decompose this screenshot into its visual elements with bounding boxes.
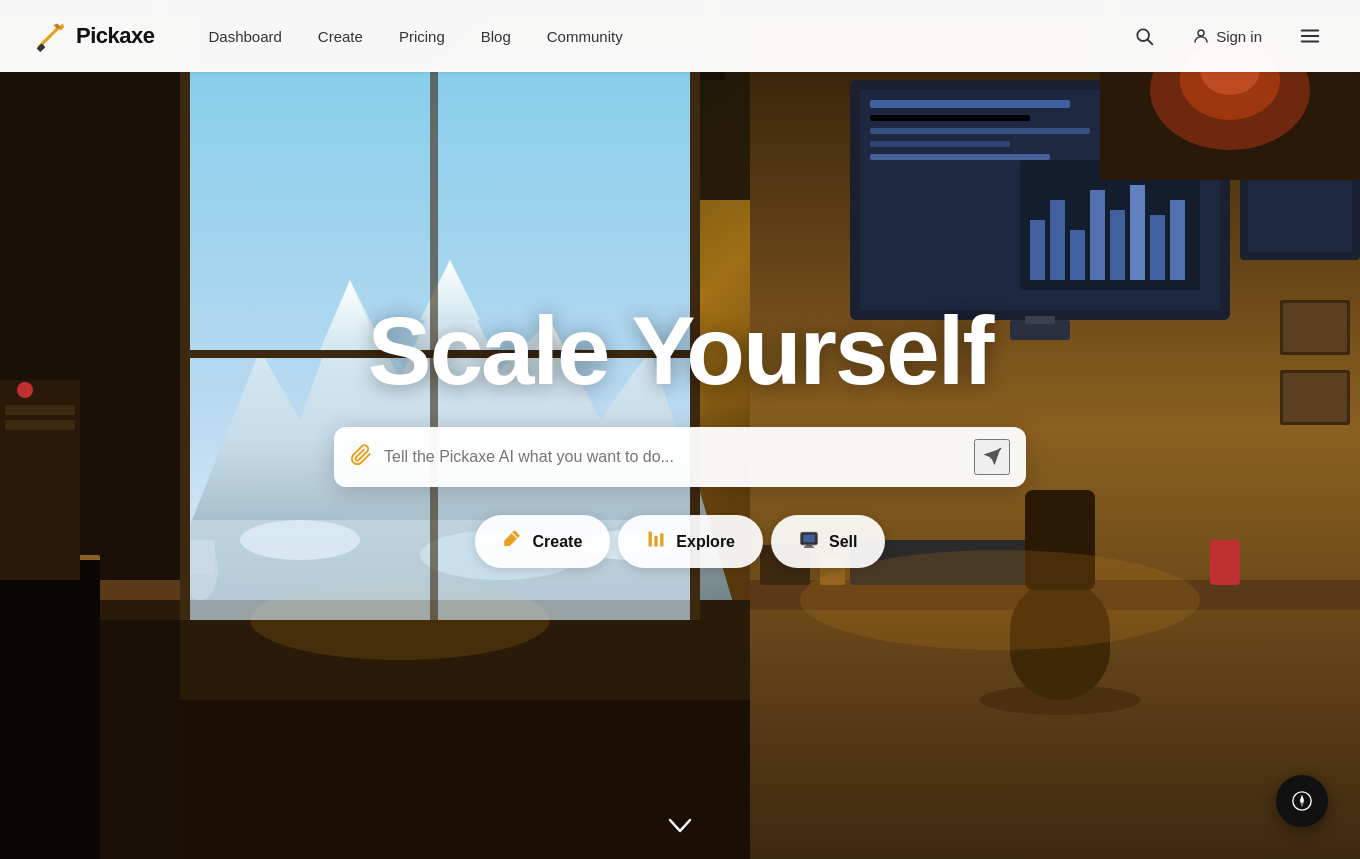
explore-button[interactable]: Explore xyxy=(618,515,763,568)
svg-point-99 xyxy=(1300,799,1304,803)
user-icon xyxy=(1192,27,1210,45)
fab-button[interactable] xyxy=(1276,775,1328,827)
attach-icon xyxy=(350,444,372,471)
search-submit-button[interactable] xyxy=(974,439,1010,475)
nav-community[interactable]: Community xyxy=(533,20,637,53)
svg-point-82 xyxy=(1198,30,1204,36)
svg-rect-79 xyxy=(37,43,46,52)
pickaxe-logo-icon xyxy=(32,18,68,54)
scroll-down-indicator[interactable] xyxy=(668,816,692,839)
sell-icon xyxy=(799,529,819,554)
hero-content: Scale Yourself Create xyxy=(0,72,1360,859)
svg-rect-95 xyxy=(804,547,814,548)
svg-marker-87 xyxy=(984,449,1001,466)
nav-dashboard[interactable]: Dashboard xyxy=(194,20,295,53)
navbar: Pickaxe Dashboard Create Pricing Blog Co… xyxy=(0,0,1360,72)
svg-rect-90 xyxy=(655,536,658,547)
nav-blog[interactable]: Blog xyxy=(467,20,525,53)
svg-rect-89 xyxy=(649,532,652,547)
hero-title: Scale Yourself xyxy=(368,303,993,399)
nav-right: Sign in xyxy=(1126,18,1328,54)
send-icon xyxy=(982,447,1002,467)
explore-label: Explore xyxy=(676,533,735,551)
search-bar xyxy=(334,427,1026,487)
nav-create[interactable]: Create xyxy=(304,20,377,53)
action-buttons: Create Explore Sell xyxy=(475,515,886,568)
search-button[interactable] xyxy=(1126,18,1162,54)
explore-icon xyxy=(646,529,666,554)
sell-button[interactable]: Sell xyxy=(771,515,885,568)
create-icon xyxy=(503,529,523,554)
nav-links: Dashboard Create Pricing Blog Community xyxy=(194,20,1126,53)
create-label: Create xyxy=(533,533,583,551)
svg-rect-94 xyxy=(806,545,813,547)
hamburger-icon xyxy=(1299,25,1321,47)
compass-icon xyxy=(1291,790,1313,812)
sign-in-button[interactable]: Sign in xyxy=(1178,19,1276,53)
menu-button[interactable] xyxy=(1292,18,1328,54)
svg-line-81 xyxy=(1148,40,1153,45)
logo[interactable]: Pickaxe xyxy=(32,18,154,54)
create-button[interactable]: Create xyxy=(475,515,611,568)
svg-rect-91 xyxy=(660,533,663,546)
search-input[interactable] xyxy=(384,448,962,466)
nav-pricing[interactable]: Pricing xyxy=(385,20,459,53)
svg-rect-93 xyxy=(803,535,815,543)
chevron-down-icon xyxy=(668,818,692,834)
logo-text: Pickaxe xyxy=(76,23,154,49)
sell-label: Sell xyxy=(829,533,857,551)
sign-in-label: Sign in xyxy=(1216,28,1262,45)
